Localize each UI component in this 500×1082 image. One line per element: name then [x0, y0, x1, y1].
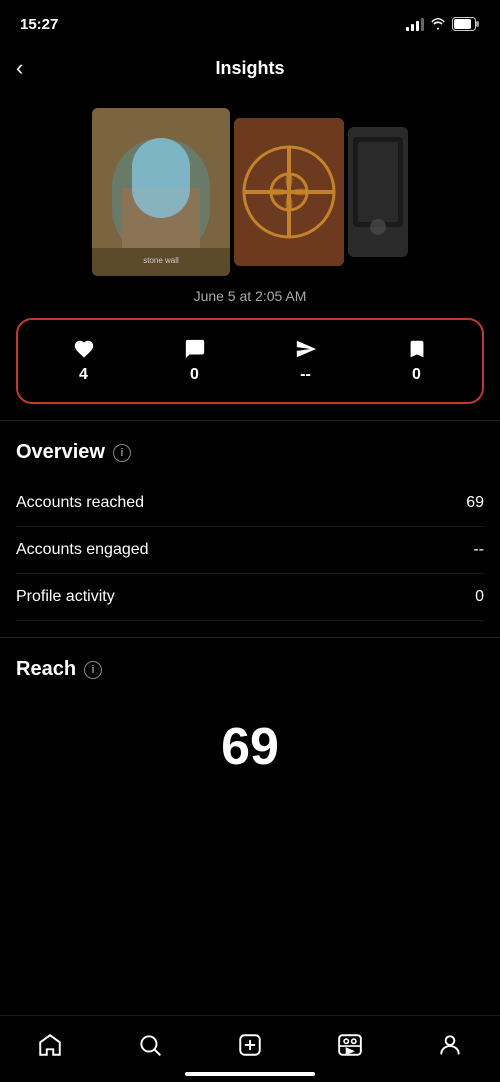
profile-icon — [437, 1032, 463, 1058]
reach-info-icon[interactable]: i — [84, 661, 102, 679]
likes-value: 4 — [79, 366, 88, 384]
share-icon — [295, 338, 317, 360]
bookmark-icon — [406, 338, 428, 360]
metric-accounts-engaged: Accounts engaged -- — [16, 527, 484, 574]
home-icon — [37, 1032, 63, 1058]
overview-info-icon[interactable]: i — [113, 444, 131, 462]
stat-likes[interactable]: 4 — [73, 338, 95, 384]
stat-saves[interactable]: 0 — [406, 338, 428, 384]
search-icon — [137, 1032, 163, 1058]
comments-value: 0 — [190, 366, 199, 384]
status-icons — [406, 17, 480, 31]
post-preview: stone wall — [0, 92, 500, 288]
post-date: June 5 at 2:05 AM — [0, 288, 500, 318]
wifi-icon — [430, 17, 446, 31]
post-image-tertiary[interactable] — [348, 127, 408, 257]
metric-label-reached: Accounts reached — [16, 494, 144, 512]
reach-title: Reach i — [16, 658, 484, 681]
status-time: 15:27 — [20, 16, 58, 33]
nav-profile[interactable] — [421, 1028, 479, 1062]
nav-reels[interactable] — [321, 1028, 379, 1062]
header: ‹ Insights — [0, 44, 500, 92]
heart-icon — [73, 338, 95, 360]
reach-value: 69 — [16, 697, 484, 787]
post-image-main[interactable]: stone wall — [92, 108, 230, 276]
nav-search[interactable] — [121, 1028, 179, 1062]
signal-icon — [406, 17, 424, 31]
comment-icon — [184, 338, 206, 360]
nav-home[interactable] — [21, 1028, 79, 1062]
overview-title: Overview i — [16, 441, 484, 464]
metric-label-activity: Profile activity — [16, 588, 115, 606]
metric-value-engaged: -- — [473, 541, 484, 559]
shares-value: -- — [300, 366, 311, 384]
status-bar: 15:27 — [0, 0, 500, 44]
nav-create[interactable] — [221, 1028, 279, 1062]
reach-section: Reach i 69 — [0, 638, 500, 807]
metric-accounts-reached: Accounts reached 69 — [16, 480, 484, 527]
battery-icon — [452, 17, 480, 31]
back-button[interactable]: ‹ — [16, 55, 23, 81]
home-indicator — [185, 1072, 315, 1076]
reels-icon — [337, 1032, 363, 1058]
stat-shares[interactable]: -- — [295, 338, 317, 384]
metric-value-activity: 0 — [475, 588, 484, 606]
svg-text:stone wall: stone wall — [143, 256, 179, 265]
stats-row: 4 0 -- 0 — [16, 318, 484, 404]
post-image-secondary[interactable] — [234, 118, 344, 266]
create-icon — [237, 1032, 263, 1058]
saves-value: 0 — [412, 366, 421, 384]
stat-comments[interactable]: 0 — [184, 338, 206, 384]
overview-section: Overview i Accounts reached 69 Accounts … — [0, 421, 500, 637]
metric-value-reached: 69 — [466, 494, 484, 512]
page-title: Insights — [215, 58, 284, 79]
metric-profile-activity: Profile activity 0 — [16, 574, 484, 621]
metric-label-engaged: Accounts engaged — [16, 541, 149, 559]
